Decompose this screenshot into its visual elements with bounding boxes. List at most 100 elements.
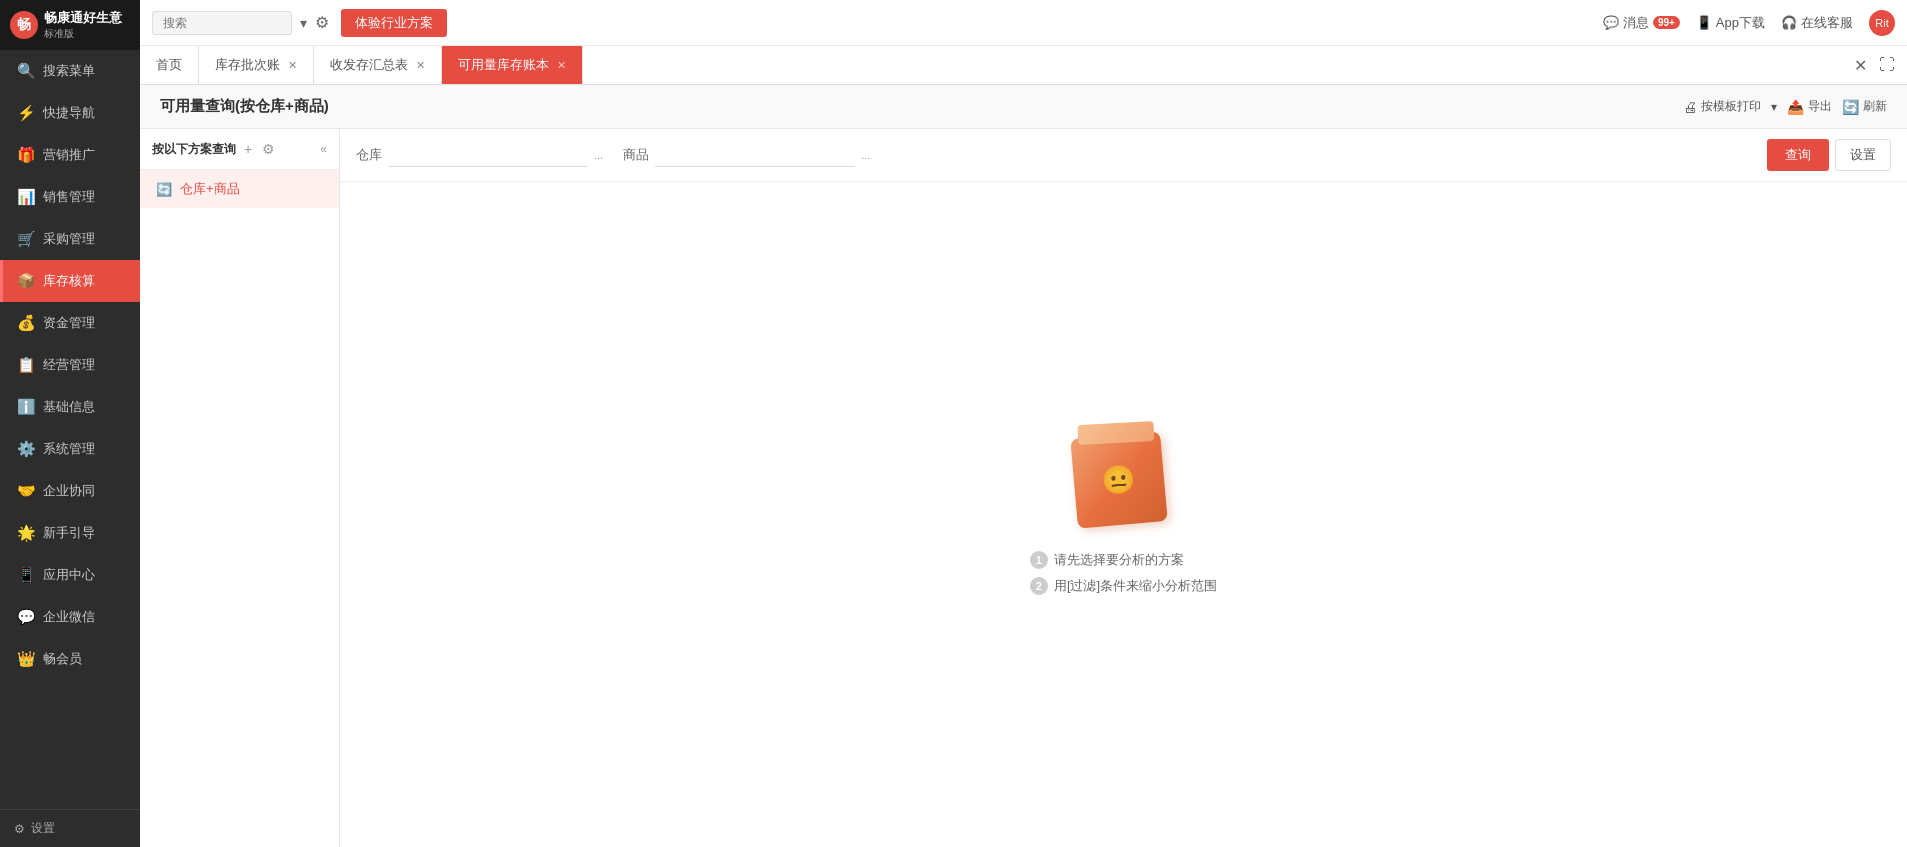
marketing-icon: 🎁 <box>17 146 35 164</box>
purchase-icon: 🛒 <box>17 230 35 248</box>
sidebar-item-search[interactable]: 🔍 搜索菜单 <box>0 50 140 92</box>
user-avatar[interactable]: Rit <box>1869 10 1895 36</box>
sidebar-item-member[interactable]: 👑 畅会员 <box>0 638 140 680</box>
sidebar-item-cooperation[interactable]: 🤝 企业协同 <box>0 470 140 512</box>
add-scheme-btn[interactable]: + <box>242 139 254 159</box>
warehouse-input[interactable] <box>388 143 588 167</box>
online-service-btn[interactable]: 🎧 在线客服 <box>1781 14 1853 32</box>
message-badge: 99+ <box>1653 16 1680 29</box>
empty-state: 😐 1 请先选择要分析的方案 2 用[过滤]条件来缩小分析范围 <box>340 182 1907 847</box>
query-btn[interactable]: 查询 <box>1767 139 1829 171</box>
print-dropdown-btn[interactable]: ▾ <box>1771 100 1777 114</box>
tabs-bar-right: ✕ ⛶ <box>1850 52 1907 79</box>
gear-icon: ⚙ <box>315 14 329 31</box>
add-icon: + <box>244 141 252 157</box>
app-title-block: 畅康通好生意 标准版 <box>44 10 122 40</box>
product-input[interactable] <box>655 143 855 167</box>
cooperation-icon: 🤝 <box>17 482 35 500</box>
product-label: 商品 <box>623 146 649 164</box>
operations-icon: 📋 <box>17 356 35 374</box>
scheme-icon: 🔄 <box>156 182 172 197</box>
empty-hint-1: 1 请先选择要分析的方案 <box>1030 551 1217 569</box>
newbie-icon: 🌟 <box>17 524 35 542</box>
tab-summary[interactable]: 收发存汇总表 ✕ <box>314 46 442 84</box>
tab-expand-btn[interactable]: ⛶ <box>1875 52 1899 78</box>
filter-row: 仓库 ... 商品 ... 查询 <box>340 129 1907 182</box>
topbar-trial-btn[interactable]: 体验行业方案 <box>341 9 447 37</box>
tab-summary-close[interactable]: ✕ <box>416 59 425 72</box>
box-icon: 😐 <box>1070 431 1168 529</box>
warehouse-filter-field: 仓库 ... <box>356 143 603 167</box>
sidebar-item-system[interactable]: ⚙️ 系统管理 <box>0 428 140 470</box>
product-more-btn[interactable]: ... <box>861 149 870 161</box>
sidebar-item-shortcut[interactable]: ⚡ 快捷导航 <box>0 92 140 134</box>
sales-icon: 📊 <box>17 188 35 206</box>
sidebar-item-marketing[interactable]: 🎁 营销推广 <box>0 134 140 176</box>
wechat-icon: 💬 <box>17 608 35 626</box>
topbar: ▾ ⚙ 体验行业方案 💬 消息 99+ 📱 App下载 🎧 在线客服 Rit <box>140 0 1907 46</box>
topbar-search-input[interactable] <box>152 11 292 35</box>
export-btn[interactable]: 📤 导出 <box>1787 98 1832 115</box>
chevron-down-icon: ▾ <box>1771 100 1777 114</box>
member-icon: 👑 <box>17 650 35 668</box>
tab-available-close[interactable]: ✕ <box>557 59 566 72</box>
hint-1-number: 1 <box>1030 551 1048 569</box>
sidebar-item-finance[interactable]: 💰 资金管理 <box>0 302 140 344</box>
finance-icon: 💰 <box>17 314 35 332</box>
topbar-right: 💬 消息 99+ 📱 App下载 🎧 在线客服 Rit <box>1603 10 1895 36</box>
page-header: 可用量查询(按仓库+商品) 🖨 按模板打印 ▾ 📤 导出 🔄 刷新 <box>140 85 1907 129</box>
export-icon: 📤 <box>1787 99 1804 115</box>
collapse-btn[interactable]: « <box>320 142 327 156</box>
refresh-btn[interactable]: 🔄 刷新 <box>1842 98 1887 115</box>
shortcut-icon: ⚡ <box>17 104 35 122</box>
page-header-actions: 🖨 按模板打印 ▾ 📤 导出 🔄 刷新 <box>1683 98 1887 115</box>
settings-footer-icon: ⚙ <box>14 822 25 836</box>
sidebar-item-purchase[interactable]: 🛒 采购管理 <box>0 218 140 260</box>
tab-batch[interactable]: 库存批次账 ✕ <box>199 46 314 84</box>
empty-hint-2: 2 用[过滤]条件来缩小分析范围 <box>1030 577 1217 595</box>
phone-icon: 📱 <box>1696 15 1712 30</box>
left-panel: 按以下方案查询 + ⚙ « 🔄 仓库+商品 <box>140 129 340 847</box>
sidebar-item-operations[interactable]: 📋 经营管理 <box>0 344 140 386</box>
topbar-dropdown-btn[interactable]: ▾ <box>300 15 307 31</box>
hint-1-text: 请先选择要分析的方案 <box>1054 551 1184 569</box>
filter-right-actions: 查询 设置 <box>1767 139 1891 171</box>
message-btn[interactable]: 💬 消息 99+ <box>1603 14 1680 32</box>
sidebar: 畅 畅康通好生意 标准版 🔍 搜索菜单 ⚡ 快捷导航 🎁 营销推广 📊 销售管理… <box>0 0 140 847</box>
appstore-icon: 📱 <box>17 566 35 584</box>
print-btn[interactable]: 🖨 按模板打印 <box>1683 98 1761 115</box>
app-download-btn[interactable]: 📱 App下载 <box>1696 14 1765 32</box>
sidebar-item-wechat[interactable]: 💬 企业微信 <box>0 596 140 638</box>
sidebar-header: 畅 畅康通好生意 标准版 <box>0 0 140 50</box>
warehouse-more-btn[interactable]: ... <box>594 149 603 161</box>
left-panel-title: 按以下方案查询 <box>152 141 236 158</box>
tab-batch-close[interactable]: ✕ <box>288 59 297 72</box>
scheme-item-warehouse-product[interactable]: 🔄 仓库+商品 <box>140 170 339 208</box>
topbar-settings-btn[interactable]: ⚙ <box>315 13 329 32</box>
main-area: ▾ ⚙ 体验行业方案 💬 消息 99+ 📱 App下载 🎧 在线客服 Rit <box>140 0 1907 847</box>
tab-close-btn[interactable]: ✕ <box>1850 52 1871 79</box>
app-icon: 畅 <box>10 11 38 39</box>
message-icon: 💬 <box>1603 15 1619 30</box>
sidebar-footer[interactable]: ⚙ 设置 <box>0 809 140 847</box>
hint-2-number: 2 <box>1030 577 1048 595</box>
tab-home[interactable]: 首页 <box>140 46 199 84</box>
print-icon: 🖨 <box>1683 99 1697 115</box>
search-icon: 🔍 <box>17 62 35 80</box>
app-title: 畅康通好生意 <box>44 10 122 27</box>
sidebar-item-basic[interactable]: ℹ️ 基础信息 <box>0 386 140 428</box>
warehouse-label: 仓库 <box>356 146 382 164</box>
sidebar-item-sales[interactable]: 📊 销售管理 <box>0 176 140 218</box>
collapse-icon: « <box>320 142 327 156</box>
hint-2-text: 用[过滤]条件来缩小分析范围 <box>1054 577 1217 595</box>
basic-icon: ℹ️ <box>17 398 35 416</box>
filter-settings-btn[interactable]: 设置 <box>1835 139 1891 171</box>
tab-available[interactable]: 可用量库存账本 ✕ <box>442 46 583 84</box>
scheme-settings-btn[interactable]: ⚙ <box>260 139 277 159</box>
sidebar-item-newbie[interactable]: 🌟 新手引导 <box>0 512 140 554</box>
left-panel-header: 按以下方案查询 + ⚙ « <box>140 129 339 170</box>
sidebar-item-inventory[interactable]: 📦 库存核算 <box>0 260 140 302</box>
refresh-icon: 🔄 <box>1842 99 1859 115</box>
sidebar-item-appstore[interactable]: 📱 应用中心 <box>0 554 140 596</box>
app-subtitle: 标准版 <box>44 27 122 40</box>
